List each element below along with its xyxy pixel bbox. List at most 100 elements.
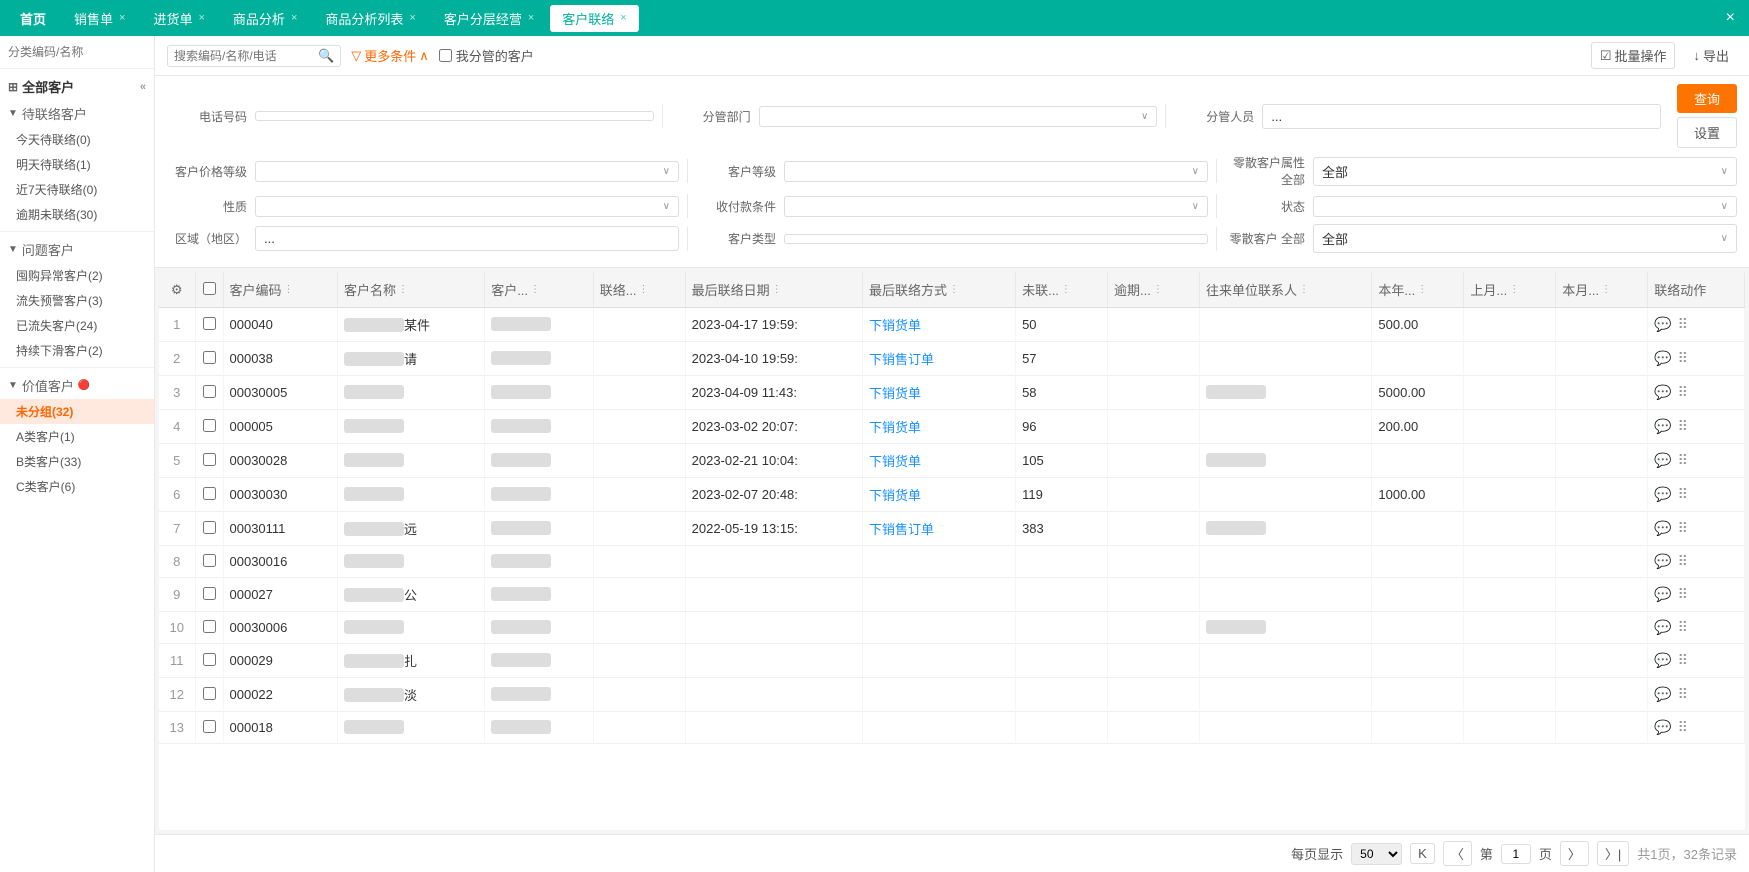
sort-icon-cat[interactable]: ⋮ bbox=[530, 284, 540, 295]
sidebar-item-overdue[interactable]: 逾期未联络(30) bbox=[0, 202, 154, 227]
last-way-link[interactable]: 下销货单 bbox=[869, 386, 921, 401]
row-checkbox[interactable] bbox=[195, 444, 223, 478]
last-way-link[interactable]: 下销售订单 bbox=[869, 352, 934, 367]
col-this-month[interactable]: 本月... ⋮ bbox=[1556, 272, 1648, 308]
row-select-check[interactable] bbox=[203, 487, 216, 500]
nav-tab-product-analysis[interactable]: 商品分析 × bbox=[221, 5, 309, 32]
row-select-check[interactable] bbox=[203, 453, 216, 466]
sidebar-item-today[interactable]: 今天待联络(0) bbox=[0, 127, 154, 152]
row-last-way[interactable] bbox=[862, 546, 1015, 578]
row-checkbox[interactable] bbox=[195, 644, 223, 678]
contact-icon[interactable]: 💬 bbox=[1654, 452, 1671, 469]
more-icon[interactable]: ⠿ bbox=[1678, 619, 1688, 636]
close-customer-tier-tab[interactable]: × bbox=[528, 12, 534, 24]
more-icon[interactable]: ⠿ bbox=[1678, 316, 1688, 333]
filter-phone[interactable] bbox=[255, 111, 654, 121]
col-last-date[interactable]: 最后联络日期 ⋮ bbox=[685, 272, 862, 308]
filter-region[interactable]: ... bbox=[255, 226, 679, 251]
contact-icon[interactable]: 💬 bbox=[1654, 586, 1671, 603]
last-way-link[interactable]: 下销货单 bbox=[869, 420, 921, 435]
sort-icon-lmonth[interactable]: ⋮ bbox=[1509, 284, 1519, 295]
row-select-check[interactable] bbox=[203, 419, 216, 432]
last-way-link[interactable]: 下销售订单 bbox=[869, 522, 934, 537]
col-contact[interactable]: 联络... ⋮ bbox=[593, 272, 685, 308]
contact-icon[interactable]: 💬 bbox=[1654, 652, 1671, 669]
row-last-way[interactable] bbox=[862, 644, 1015, 678]
col-gear[interactable]: ⚙ bbox=[159, 272, 195, 308]
nav-home[interactable]: 首页 bbox=[8, 5, 58, 32]
row-last-way[interactable]: 下销售订单 bbox=[862, 512, 1015, 546]
contact-icon[interactable]: 💬 bbox=[1654, 486, 1671, 503]
more-icon[interactable]: ⠿ bbox=[1678, 686, 1688, 703]
batch-ops-button[interactable]: ☑ 批量操作 bbox=[1591, 42, 1676, 69]
close-customer-contact-tab[interactable]: × bbox=[620, 12, 626, 24]
close-purchase-tab[interactable]: × bbox=[198, 12, 204, 24]
more-icon[interactable]: ⠿ bbox=[1678, 418, 1688, 435]
more-conditions-button[interactable]: ▽ 更多条件 ∧ bbox=[351, 46, 429, 65]
more-icon[interactable]: ⠿ bbox=[1678, 452, 1688, 469]
sidebar-item-declining[interactable]: 持续下滑客户(2) bbox=[0, 338, 154, 363]
nav-tab-sales[interactable]: 销售单 × bbox=[62, 5, 137, 32]
more-icon[interactable]: ⠿ bbox=[1678, 586, 1688, 603]
filter-price-level[interactable]: ∨ bbox=[255, 161, 679, 182]
first-page-button[interactable]: K bbox=[1410, 843, 1435, 864]
row-select-check[interactable] bbox=[203, 317, 216, 330]
row-select-check[interactable] bbox=[203, 653, 216, 666]
settings-gear-icon[interactable]: ⚙ bbox=[171, 282, 183, 297]
page-size-select[interactable]: 50 20 100 bbox=[1351, 843, 1402, 865]
row-checkbox[interactable] bbox=[195, 712, 223, 744]
row-select-check[interactable] bbox=[203, 720, 216, 733]
row-checkbox[interactable] bbox=[195, 678, 223, 712]
col-uncontact[interactable]: 未联... ⋮ bbox=[1016, 272, 1108, 308]
row-select-check[interactable] bbox=[203, 687, 216, 700]
sort-icon-overdue[interactable]: ⋮ bbox=[1153, 284, 1163, 295]
sidebar-group-value[interactable]: ▼ 价值客户 🔴 bbox=[0, 372, 154, 399]
close-product-list-tab[interactable]: × bbox=[409, 12, 415, 24]
sort-icon-contact[interactable]: ⋮ bbox=[639, 284, 649, 295]
prev-page-button[interactable]: 〈 bbox=[1443, 841, 1472, 866]
sidebar-item-class-c[interactable]: C类客户(6) bbox=[0, 474, 154, 499]
col-code[interactable]: 客户编码 ⋮ bbox=[223, 272, 337, 308]
search-input[interactable] bbox=[174, 49, 314, 63]
filter-customer-level[interactable]: ∨ bbox=[784, 161, 1208, 182]
reset-button[interactable]: 设置 bbox=[1677, 117, 1737, 148]
sidebar-collapse-arrow[interactable]: « bbox=[140, 81, 146, 93]
contact-icon[interactable]: 💬 bbox=[1654, 418, 1671, 435]
sidebar-item-tomorrow[interactable]: 明天待联络(1) bbox=[0, 152, 154, 177]
row-last-way[interactable]: 下销货单 bbox=[862, 410, 1015, 444]
row-select-check[interactable] bbox=[203, 587, 216, 600]
sidebar-item-churn-warning[interactable]: 流失预警客户(3) bbox=[0, 288, 154, 313]
contact-icon[interactable]: 💬 bbox=[1654, 619, 1671, 636]
refresh-icon[interactable]: 🔴 bbox=[78, 380, 90, 391]
col-overdue[interactable]: 逾期... ⋮ bbox=[1108, 272, 1200, 308]
row-select-check[interactable] bbox=[203, 620, 216, 633]
all-customers-header[interactable]: ⊞ 全部客户 « bbox=[0, 69, 154, 100]
row-checkbox[interactable] bbox=[195, 308, 223, 342]
col-this-year[interactable]: 本年... ⋮ bbox=[1372, 272, 1464, 308]
col-name[interactable]: 客户名称 ⋮ bbox=[337, 272, 484, 308]
col-partner[interactable]: 往来单位联系人 ⋮ bbox=[1199, 272, 1371, 308]
sort-icon-year[interactable]: ⋮ bbox=[1417, 284, 1427, 295]
row-checkbox[interactable] bbox=[195, 578, 223, 612]
search-icon-2[interactable]: 🔍 bbox=[318, 48, 334, 64]
sidebar-item-churned[interactable]: 已流失客户(24) bbox=[0, 313, 154, 338]
sort-icon-code[interactable]: ⋮ bbox=[284, 284, 294, 295]
filter-dept[interactable]: ∨ bbox=[759, 106, 1158, 127]
select-all-checkbox[interactable] bbox=[203, 282, 216, 295]
row-select-check[interactable] bbox=[203, 351, 216, 364]
row-checkbox[interactable] bbox=[195, 612, 223, 644]
more-icon[interactable]: ⠿ bbox=[1678, 384, 1688, 401]
last-way-link[interactable]: 下销货单 bbox=[869, 488, 921, 503]
last-way-link[interactable]: 下销货单 bbox=[869, 454, 921, 469]
category-search-input[interactable] bbox=[8, 45, 155, 59]
more-icon[interactable]: ⠿ bbox=[1678, 486, 1688, 503]
row-last-way[interactable] bbox=[862, 712, 1015, 744]
col-checkbox[interactable] bbox=[195, 272, 223, 308]
sort-icon-partner[interactable]: ⋮ bbox=[1299, 284, 1309, 295]
row-checkbox[interactable] bbox=[195, 376, 223, 410]
sort-icon-date[interactable]: ⋮ bbox=[772, 284, 782, 295]
sidebar-item-ungrouped[interactable]: 未分组(32) bbox=[0, 399, 154, 424]
row-last-way[interactable]: 下销货单 bbox=[862, 376, 1015, 410]
last-page-button[interactable]: 〉| bbox=[1597, 841, 1629, 866]
sidebar-item-hoarding[interactable]: 囤购异常客户(2) bbox=[0, 263, 154, 288]
